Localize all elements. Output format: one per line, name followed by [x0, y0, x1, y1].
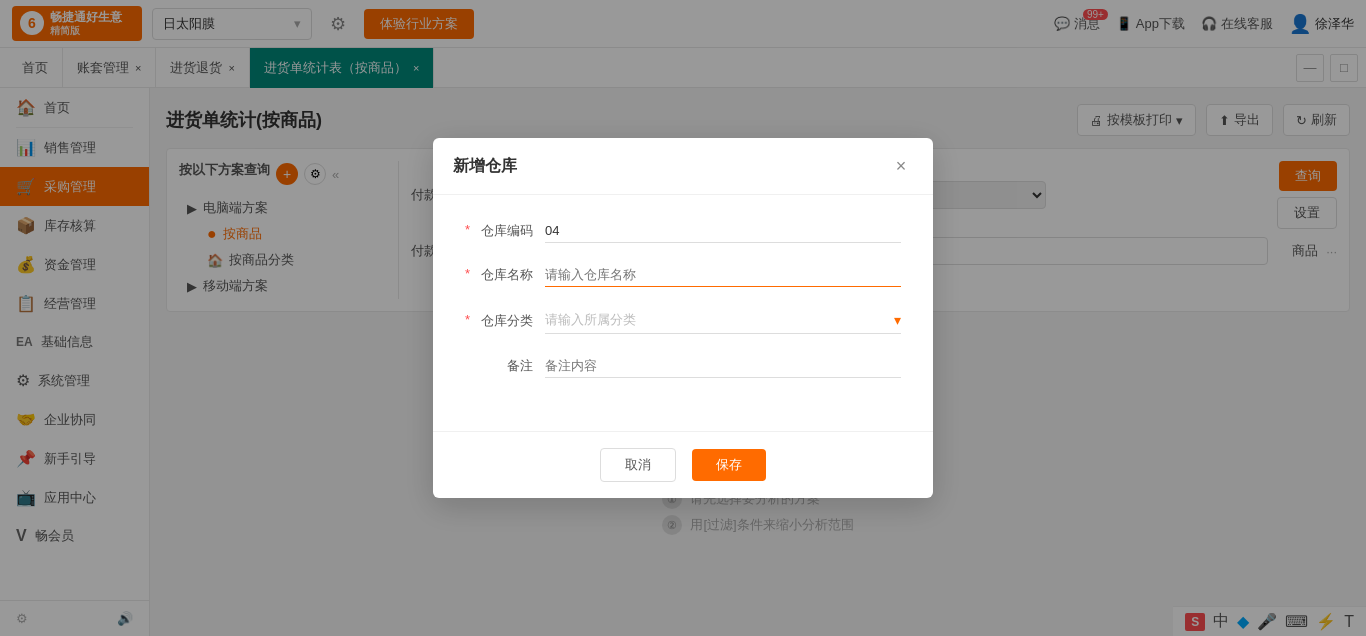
remark-label: 备注	[465, 357, 545, 375]
code-input[interactable]	[545, 219, 901, 243]
category-chevron-icon: ▾	[894, 312, 901, 328]
modal-body: 仓库编码 仓库名称 仓库分类 请输入所属分类 ▾ 备注	[433, 195, 933, 431]
modal-close-button[interactable]: ×	[889, 154, 913, 178]
name-input[interactable]	[545, 263, 901, 287]
category-label: 仓库分类	[465, 312, 545, 330]
save-button[interactable]: 保存	[692, 449, 766, 481]
form-row-code: 仓库编码	[465, 219, 901, 243]
cancel-button[interactable]: 取消	[600, 448, 676, 482]
remark-input[interactable]	[545, 354, 901, 378]
code-label: 仓库编码	[465, 222, 545, 240]
name-label: 仓库名称	[465, 266, 545, 284]
category-placeholder: 请输入所属分类	[545, 311, 636, 329]
modal-footer: 取消 保存	[433, 431, 933, 498]
new-warehouse-modal: 新增仓库 × 仓库编码 仓库名称 仓库分类 请输入所属分类 ▾ 备注	[433, 138, 933, 498]
form-row-remark: 备注	[465, 354, 901, 378]
modal-header: 新增仓库 ×	[433, 138, 933, 195]
modal-overlay: 新增仓库 × 仓库编码 仓库名称 仓库分类 请输入所属分类 ▾ 备注	[0, 0, 1366, 636]
modal-title: 新增仓库	[453, 156, 517, 177]
form-row-category: 仓库分类 请输入所属分类 ▾	[465, 307, 901, 334]
form-row-name: 仓库名称	[465, 263, 901, 287]
category-select[interactable]: 请输入所属分类 ▾	[545, 307, 901, 334]
